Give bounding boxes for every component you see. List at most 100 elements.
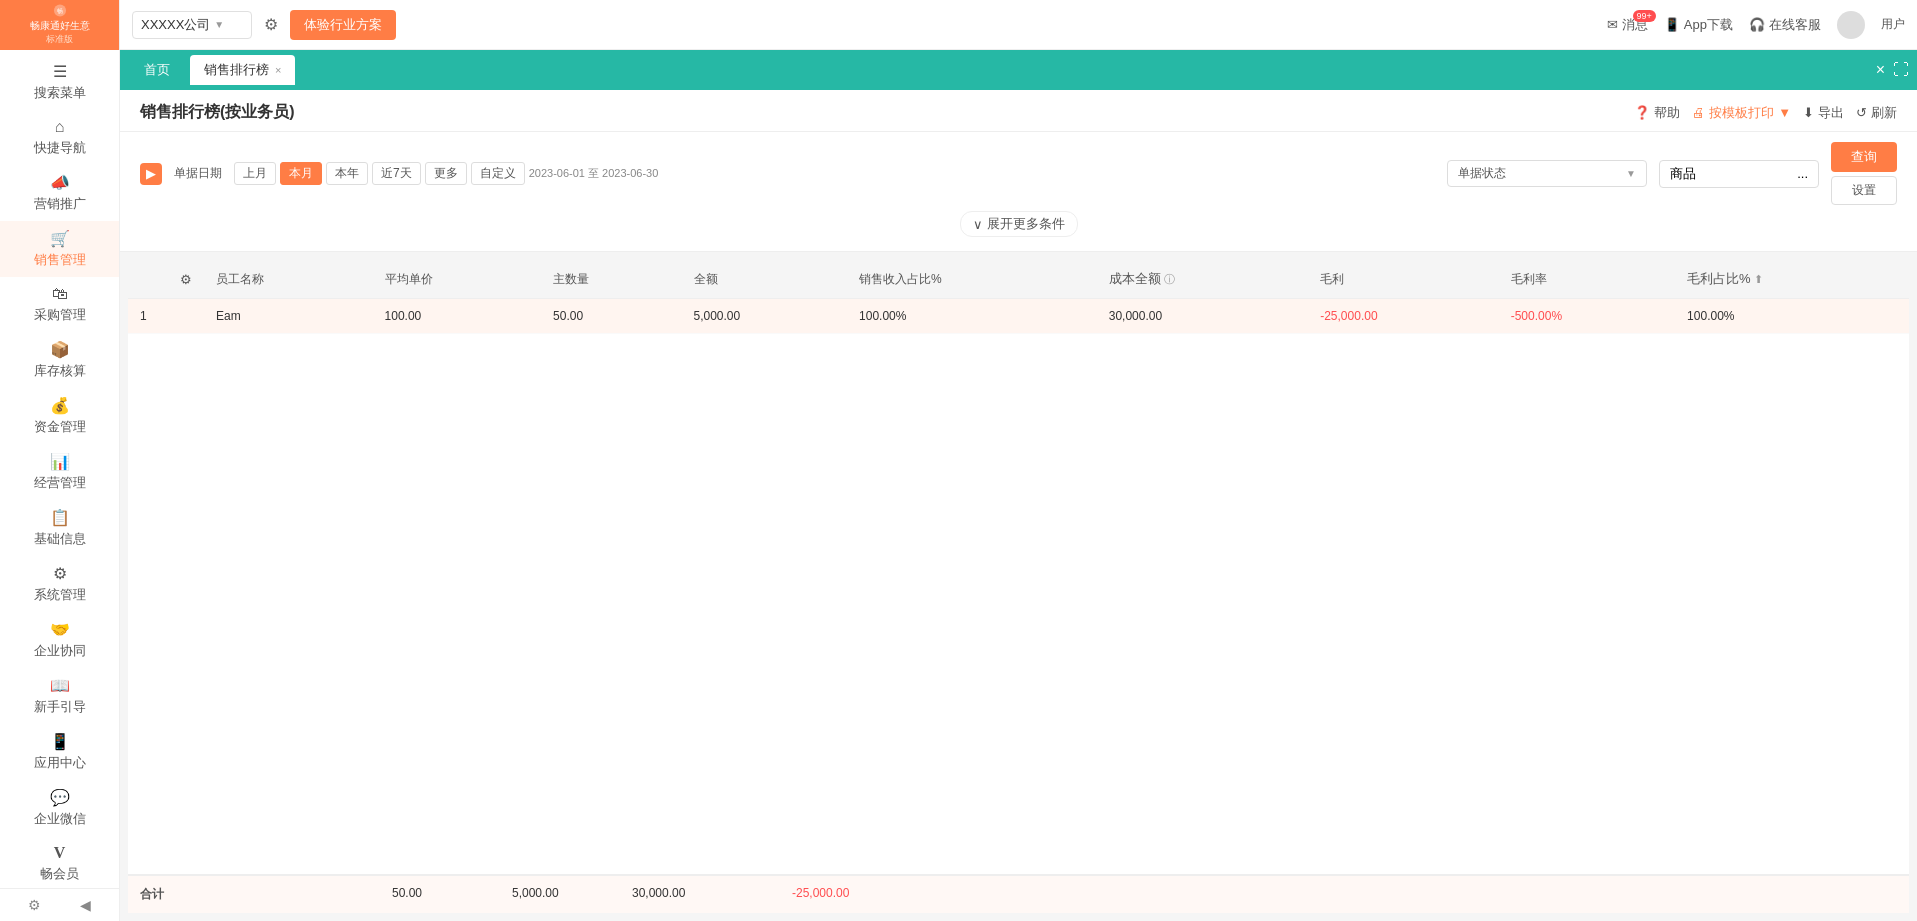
sidebar-settings-btn[interactable]: ⚙ [28, 897, 41, 913]
th-seq [128, 260, 168, 299]
filter-row: ▶ 单据日期 上月 本月 本年 近7天 更多 自定义 2023-06-01 至 … [140, 142, 1897, 205]
sidebar-item-label: 资金管理 [34, 418, 86, 436]
svg-text:畅: 畅 [57, 8, 63, 14]
export-button[interactable]: ⬇ 导出 [1803, 104, 1844, 122]
trial-button[interactable]: 体验行业方案 [290, 10, 396, 40]
finance-icon: 💰 [50, 396, 70, 415]
chevron-down-icon: ∨ [973, 217, 983, 232]
gross-pct-info-icon[interactable]: ⬆ [1754, 273, 1763, 285]
purchase-icon: 🛍 [52, 285, 68, 303]
table-settings-icon[interactable]: ⚙ [180, 272, 192, 287]
td-amount: 5,000.00 [682, 299, 848, 334]
sidebar-nav: ☰ 搜索菜单 ⌂ 快捷导航 📣 营销推广 🛒 销售管理 🛍 采购管理 📦 库存核… [0, 50, 119, 888]
app-sub: 标准版 [46, 33, 73, 46]
sidebar-item-label: 搜索菜单 [34, 84, 86, 102]
date-filter: 上月 本月 本年 近7天 更多 自定义 2023-06-01 至 2023-06… [234, 162, 658, 185]
app-download-button[interactable]: 📱 App下载 [1664, 16, 1733, 34]
table-header-row: ⚙ 员工名称 平均单价 主数量 全额 销售收入占比% 成本全额 ⓘ 毛利 毛利率 [128, 260, 1909, 299]
sidebar-item-inventory[interactable]: 📦 库存核算 [0, 332, 119, 388]
sidebar-item-basic[interactable]: 📋 基础信息 [0, 500, 119, 556]
print-icon: 🖨 [1692, 105, 1705, 120]
messages-button[interactable]: ✉ 消息 99+ [1607, 16, 1648, 34]
th-avg-price: 平均单价 [373, 260, 542, 299]
sidebar-item-label: 基础信息 [34, 530, 86, 548]
th-sales-pct: 销售收入占比% [847, 260, 1097, 299]
date-custom-btn[interactable]: 自定义 [471, 162, 525, 185]
sidebar-item-operations[interactable]: 📊 经营管理 [0, 444, 119, 500]
help-icon: ❓ [1634, 105, 1650, 120]
message-icon: ✉ [1607, 17, 1618, 32]
help-button[interactable]: ❓ 帮助 [1634, 104, 1680, 122]
date-year-btn[interactable]: 本年 [326, 162, 368, 185]
sidebar-item-system[interactable]: ⚙ 系统管理 [0, 556, 119, 612]
sidebar: 畅 畅康通好生意 标准版 ☰ 搜索菜单 ⌂ 快捷导航 📣 营销推广 🛒 销售管理… [0, 0, 120, 921]
tab-close-icon[interactable]: × [275, 64, 281, 76]
operations-icon: 📊 [50, 452, 70, 471]
goods-filter[interactable]: 商品 ... [1659, 160, 1819, 188]
sidebar-item-finance[interactable]: 💰 资金管理 [0, 388, 119, 444]
logo-icon: 畅 [46, 4, 74, 17]
refresh-button[interactable]: ↺ 刷新 [1856, 104, 1897, 122]
sidebar-item-apps[interactable]: 📱 应用中心 [0, 724, 119, 780]
settings-icon[interactable]: ⚙ [260, 11, 282, 38]
sidebar-bottom: ⚙ ◀ [0, 888, 119, 921]
sidebar-item-wechat[interactable]: 💬 企业微信 [0, 780, 119, 836]
top-header: XXXXX公司 ▼ ⚙ 体验行业方案 ✉ 消息 99+ 📱 App下载 🎧 在线… [120, 0, 1917, 50]
sidebar-item-marketing[interactable]: 📣 营销推广 [0, 165, 119, 221]
tab-sales-ranking[interactable]: 销售排行榜 × [190, 55, 295, 85]
print-button[interactable]: 🖨 按模板打印 ▼ [1692, 104, 1791, 122]
minimize-icon[interactable]: × [1876, 61, 1885, 79]
system-icon: ⚙ [53, 564, 67, 583]
table-footer: 合计 50.00 5,000.00 30,000.00 -25,000.00 [128, 874, 1909, 913]
sidebar-item-label: 新手引导 [34, 698, 86, 716]
date-prev-month-btn[interactable]: 上月 [234, 162, 276, 185]
sidebar-item-purchase[interactable]: 🛍 采购管理 [0, 277, 119, 332]
filter-toggle-button[interactable]: ▶ [140, 163, 162, 185]
cost-info-icon[interactable]: ⓘ [1164, 273, 1175, 285]
sidebar-item-label: 企业微信 [34, 810, 86, 828]
sidebar-collapse-btn[interactable]: ◀ [80, 897, 91, 913]
print-dropdown-icon[interactable]: ▼ [1778, 105, 1791, 120]
expand-row: ∨ 展开更多条件 [140, 205, 1897, 241]
avatar[interactable] [1837, 11, 1865, 39]
company-selector[interactable]: XXXXX公司 ▼ [132, 11, 252, 39]
filter-area: ▶ 单据日期 上月 本月 本年 近7天 更多 自定义 2023-06-01 至 … [120, 132, 1917, 252]
sidebar-item-label: 畅会员 [40, 865, 79, 883]
th-gross-pct: 毛利占比% ⬆ [1675, 260, 1909, 299]
page-header: 销售排行榜(按业务员) ❓ 帮助 🖨 按模板打印 ▼ ⬇ 导出 ↺ 刷新 [120, 90, 1917, 132]
basic-icon: 📋 [50, 508, 70, 527]
date-week-btn[interactable]: 近7天 [372, 162, 421, 185]
company-name: XXXXX公司 [141, 16, 210, 34]
sidebar-item-guide[interactable]: 📖 新手引导 [0, 668, 119, 724]
chevron-down-icon: ▼ [1626, 168, 1636, 179]
query-button[interactable]: 查询 [1831, 142, 1897, 172]
status-filter-label: 单据状态 [1458, 165, 1506, 182]
table-row: 1 Eam 100.00 50.00 5,000.00 100.00% 30,0… [128, 299, 1909, 334]
sidebar-item-sales[interactable]: 🛒 销售管理 [0, 221, 119, 277]
app-name: 畅康通好生意 [30, 19, 90, 33]
sidebar-item-quick[interactable]: ⌂ 快捷导航 [0, 110, 119, 165]
td-avg-price: 100.00 [373, 299, 542, 334]
maximize-icon[interactable]: ⛶ [1893, 61, 1909, 79]
sidebar-item-label: 采购管理 [34, 306, 86, 324]
chevron-down-icon: ▼ [214, 19, 224, 30]
inventory-icon: 📦 [50, 340, 70, 359]
online-service-button[interactable]: 🎧 在线客服 [1749, 16, 1821, 34]
sidebar-item-label: 企业协同 [34, 642, 86, 660]
date-current-month-btn[interactable]: 本月 [280, 162, 322, 185]
more-filter-icon[interactable]: ... [1797, 166, 1808, 181]
td-seq: 1 [128, 299, 168, 334]
status-filter[interactable]: 单据状态 ▼ [1447, 160, 1647, 187]
date-more-btn[interactable]: 更多 [425, 162, 467, 185]
settings-button[interactable]: 设置 [1831, 176, 1897, 205]
sidebar-item-member[interactable]: V 畅会员 [0, 836, 119, 888]
wechat-icon: 💬 [50, 788, 70, 807]
expand-more-button[interactable]: ∨ 展开更多条件 [960, 211, 1078, 237]
th-settings[interactable]: ⚙ [168, 260, 204, 299]
sidebar-item-search[interactable]: ☰ 搜索菜单 [0, 54, 119, 110]
page-actions: ❓ 帮助 🖨 按模板打印 ▼ ⬇ 导出 ↺ 刷新 [1634, 104, 1897, 122]
footer-totals-row: 合计 50.00 5,000.00 30,000.00 -25,000.00 [128, 876, 1909, 913]
tab-home[interactable]: 首页 [128, 53, 186, 87]
refresh-icon: ↺ [1856, 105, 1867, 120]
sidebar-item-enterprise[interactable]: 🤝 企业协同 [0, 612, 119, 668]
